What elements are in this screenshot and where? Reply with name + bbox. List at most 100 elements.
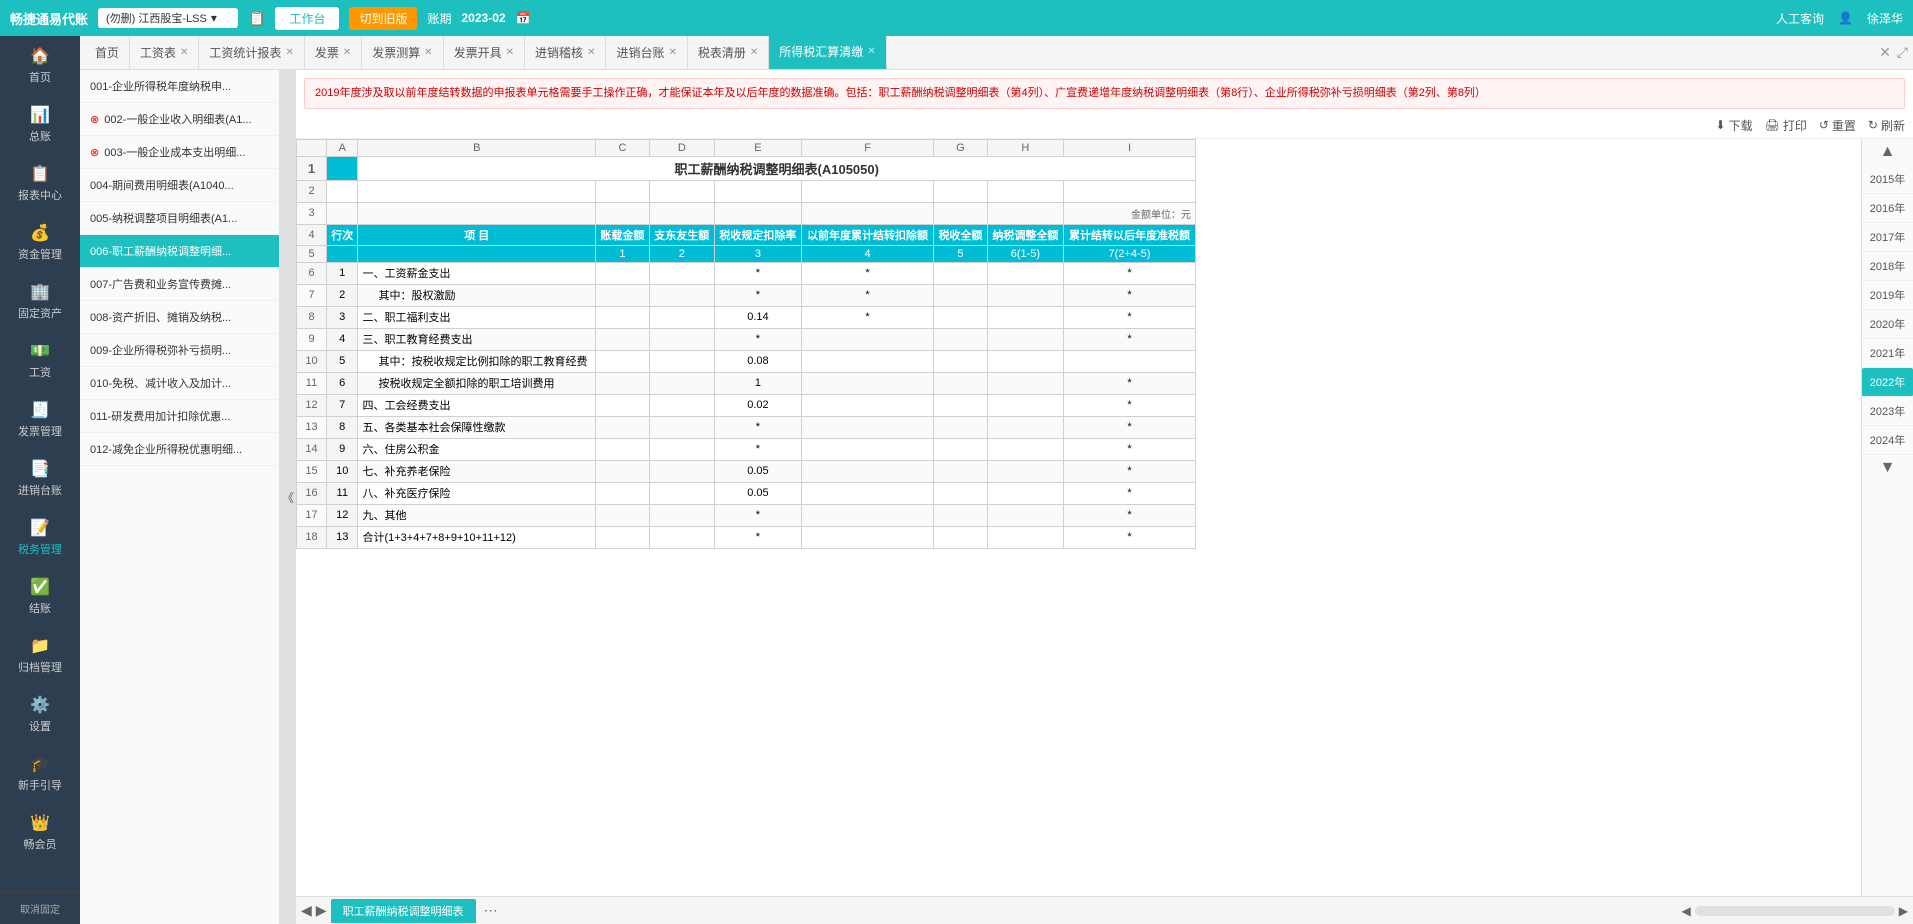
reset-button[interactable]: ↺ 重置 xyxy=(1819,117,1856,134)
sidebar-item-close[interactable]: ✅ 结账 xyxy=(0,567,80,626)
sidebar-item-member[interactable]: 👑 畅会员 xyxy=(0,803,80,862)
sidebar-collapse-button[interactable]: 《 xyxy=(280,70,296,924)
year-item-2015[interactable]: 2015年 xyxy=(1862,165,1913,194)
sidebar-item-funds[interactable]: 💰 资金管理 xyxy=(0,213,80,272)
sidebar-item-salary[interactable]: 💵 工资 xyxy=(0,331,80,390)
period-value: 2023-02 xyxy=(462,11,506,25)
sub-sidebar-item-005[interactable]: 005-纳税调整项目明细表(A1... xyxy=(80,202,279,235)
sidebar-item-label: 税务管理 xyxy=(18,541,62,557)
sidebar-item-ledger[interactable]: 📊 总账 xyxy=(0,95,80,154)
tab-invoice-close[interactable]: ✕ xyxy=(343,47,351,58)
year-item-2023[interactable]: 2023年 xyxy=(1862,397,1913,426)
sidebar-item-sales[interactable]: 📑 进销台账 xyxy=(0,449,80,508)
chevron-down-icon: ▾ xyxy=(211,11,217,25)
tab-home[interactable]: 首页 xyxy=(85,36,130,70)
company-selector[interactable]: (勿删) 江西股宝-LSS ▾ xyxy=(98,8,238,28)
sub-sidebar-item-001[interactable]: 001-企业所得税年度纳税申... xyxy=(80,70,279,103)
bottom-more-button[interactable]: ⋯ xyxy=(484,902,498,919)
assets-icon: 🏢 xyxy=(30,282,50,302)
horizontal-scrollbar[interactable] xyxy=(1695,906,1895,916)
year-item-2021[interactable]: 2021年 xyxy=(1862,339,1913,368)
tab-expand-button[interactable]: ⤢ xyxy=(1897,44,1908,61)
error-icon: ⊗ xyxy=(90,113,99,126)
sidebar-item-assets[interactable]: 🏢 固定资产 xyxy=(0,272,80,331)
print-button[interactable]: 🖨 打印 xyxy=(1765,117,1807,134)
tab-tax-list[interactable]: 税表清册 ✕ xyxy=(688,36,769,70)
sub-sidebar-item-008[interactable]: 008-资产折旧、摊销及纳税... xyxy=(80,301,279,334)
tab-tax-list-close[interactable]: ✕ xyxy=(750,47,758,58)
tab-payroll-close[interactable]: ✕ xyxy=(180,47,188,58)
tab-invoice-calc-close[interactable]: ✕ xyxy=(424,47,432,58)
bottom-scroll-right[interactable]: ▶ xyxy=(1899,904,1908,918)
year-item-2022[interactable]: 2022年 xyxy=(1862,368,1913,397)
close-period-icon: ✅ xyxy=(30,577,50,597)
tab-payroll-stats[interactable]: 工资统计报表 ✕ xyxy=(199,36,304,70)
year-item-2016[interactable]: 2016年 xyxy=(1862,194,1913,223)
tax-icon: 📝 xyxy=(30,518,50,538)
refresh-button[interactable]: ↻ 刷新 xyxy=(1868,117,1905,134)
table-row: 8 3 二、职工福利支出 0.14 * * xyxy=(297,306,1196,328)
tab-invoice-issue-close[interactable]: ✕ xyxy=(506,47,514,58)
tab-invoice-issue[interactable]: 发票开具 ✕ xyxy=(444,36,525,70)
download-button[interactable]: ⬇ 下载 xyxy=(1716,117,1753,134)
error-icon: ⊗ xyxy=(90,146,99,159)
bottom-sheet-tab[interactable]: 职工薪酬纳税调整明细表 xyxy=(331,899,476,923)
tab-actions: ✕ ⤢ xyxy=(1879,44,1908,61)
tab-close-all-button[interactable]: ✕ xyxy=(1879,44,1891,61)
year-nav-down-button[interactable]: ▼ xyxy=(1862,455,1913,481)
spreadsheet-wrapper[interactable]: A B C D E F G H I xyxy=(296,139,1861,897)
year-nav-up-button[interactable]: ▲ xyxy=(1862,139,1913,165)
year-item-2018[interactable]: 2018年 xyxy=(1862,252,1913,281)
switch-button[interactable]: 切到旧版 xyxy=(349,7,417,30)
guide-icon: 🎓 xyxy=(30,754,50,774)
workspace-button[interactable]: 工作台 xyxy=(275,7,339,30)
sub-sidebar-item-003[interactable]: ⊗ 003-一般企业成本支出明细... xyxy=(80,136,279,169)
sidebar-item-settings[interactable]: ⚙️ 设置 xyxy=(0,685,80,744)
sub-sidebar-item-010[interactable]: 010-免税、减计收入及加计... xyxy=(80,367,279,400)
report-content: 2019年度涉及取以前年度结转数据的申报表单元格需要手工操作正确，才能保证本年及… xyxy=(296,70,1913,924)
year-item-2017[interactable]: 2017年 xyxy=(1862,223,1913,252)
tab-purchase-check[interactable]: 进销稽核 ✕ xyxy=(525,36,606,70)
table-row: 2 xyxy=(297,180,1196,202)
table-row: 15 10 七、补充养老保险 0.05 * xyxy=(297,460,1196,482)
sidebar-item-guide[interactable]: 🎓 新手引导 xyxy=(0,744,80,803)
sub-sidebar-item-006[interactable]: 006-职工薪酬纳税调整明细... xyxy=(80,235,279,268)
sub-sidebar-item-007[interactable]: 007-广告费和业务宣传费摊... xyxy=(80,268,279,301)
salary-icon: 💵 xyxy=(30,341,50,361)
table-row: 3 金额单位：元 xyxy=(297,202,1196,224)
download-icon: ⬇ xyxy=(1716,118,1726,132)
year-item-2020[interactable]: 2020年 xyxy=(1862,310,1913,339)
sidebar-item-archive[interactable]: 📁 归档管理 xyxy=(0,626,80,685)
home-icon: 🏠 xyxy=(30,46,50,66)
sidebar-item-label: 结账 xyxy=(29,600,51,616)
sub-sidebar-item-004[interactable]: 004-期间费用明细表(A1040... xyxy=(80,169,279,202)
tab-invoice-calc[interactable]: 发票测算 ✕ xyxy=(362,36,443,70)
bottom-nav-next[interactable]: ▶ xyxy=(316,902,327,919)
spreadsheet-table: A B C D E F G H I xyxy=(296,139,1196,549)
tab-purchase-check-close[interactable]: ✕ xyxy=(587,47,595,58)
tab-purchase-ledger-label: 进销台账 xyxy=(616,44,664,61)
tab-purchase-ledger[interactable]: 进销台账 ✕ xyxy=(606,36,687,70)
tab-purchase-ledger-close[interactable]: ✕ xyxy=(668,47,676,58)
sub-sidebar-item-012[interactable]: 012-减免企业所得税优惠明细... xyxy=(80,433,279,466)
sidebar-item-home[interactable]: 🏠 首页 xyxy=(0,36,80,95)
tab-payroll[interactable]: 工资表 ✕ xyxy=(130,36,199,70)
bottom-nav-prev[interactable]: ◀ xyxy=(301,902,312,919)
tab-payroll-stats-close[interactable]: ✕ xyxy=(285,47,293,58)
bottom-scroll-left[interactable]: ◀ xyxy=(1682,904,1691,918)
sidebar-item-invoice[interactable]: 🧾 发票管理 xyxy=(0,390,80,449)
sidebar-item-reports[interactable]: 📋 报表中心 xyxy=(0,154,80,213)
year-item-2024[interactable]: 2024年 xyxy=(1862,426,1913,455)
tab-income-tax[interactable]: 所得税汇算清缴 ✕ xyxy=(769,36,886,70)
year-item-2019[interactable]: 2019年 xyxy=(1862,281,1913,310)
support-link[interactable]: 人工客询 xyxy=(1776,10,1824,27)
sub-sidebar-item-011[interactable]: 011-研发费用加计扣除优惠... xyxy=(80,400,279,433)
tab-income-tax-close[interactable]: ✕ xyxy=(867,46,875,57)
sidebar-item-tax[interactable]: 📝 税务管理 xyxy=(0,508,80,567)
tab-income-tax-label: 所得税汇算清缴 xyxy=(779,43,863,60)
sub-sidebar-item-002[interactable]: ⊗ 002-一般企业收入明细表(A1... xyxy=(80,103,279,136)
reset-icon: ↺ xyxy=(1819,118,1829,132)
cancel-pin[interactable]: 取消固定 xyxy=(0,892,80,924)
tab-invoice[interactable]: 发票 ✕ xyxy=(305,36,362,70)
sub-sidebar-item-009[interactable]: 009-企业所得税弥补亏损明... xyxy=(80,334,279,367)
